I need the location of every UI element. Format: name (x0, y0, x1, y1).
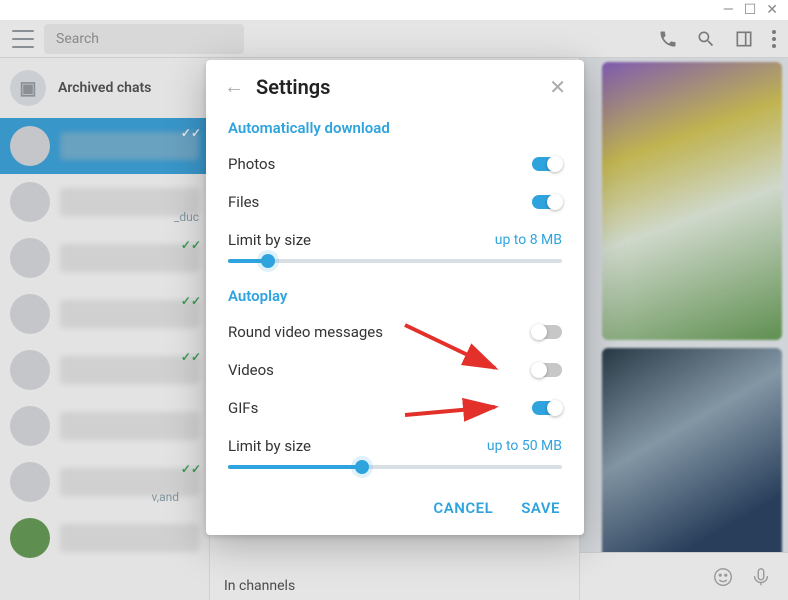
save-button[interactable]: SAVE (521, 499, 560, 517)
toggle-round-video[interactable] (532, 325, 562, 339)
row-gifs: GIFs (206, 389, 584, 427)
row-label: Limit by size (228, 231, 495, 249)
row-files: Files (206, 183, 584, 221)
minimize-button[interactable]: — (723, 2, 734, 18)
row-label: Files (228, 193, 532, 211)
back-icon[interactable]: ← (224, 74, 244, 99)
cancel-button[interactable]: CANCEL (433, 499, 493, 517)
app-frame: Search ▣ Archived chats ✓✓ _duc (0, 20, 788, 600)
row-limit-autoplay: Limit by size up to 50 MB (206, 427, 584, 465)
modal-title: Settings (256, 75, 537, 99)
maximize-button[interactable]: ☐ (744, 2, 757, 18)
toggle-files[interactable] (532, 195, 562, 209)
row-label: Photos (228, 155, 532, 173)
row-round-video: Round video messages (206, 313, 584, 351)
limit-value: up to 50 MB (487, 438, 562, 454)
close-window-button[interactable]: ✕ (766, 2, 778, 18)
modal-actions: CANCEL SAVE (206, 485, 584, 535)
settings-modal: ← Settings ✕ Automatically download Phot… (206, 60, 584, 535)
limit-value: up to 8 MB (495, 232, 562, 248)
section-autoplay: Autoplay (206, 279, 584, 313)
toggle-gifs[interactable] (532, 401, 562, 415)
row-videos: Videos (206, 351, 584, 389)
close-icon[interactable]: ✕ (549, 75, 566, 99)
toggle-photos[interactable] (532, 157, 562, 171)
row-limit-download: Limit by size up to 8 MB (206, 221, 584, 259)
section-auto-download: Automatically download (206, 111, 584, 145)
row-label: Round video messages (228, 323, 532, 341)
slider-download-limit[interactable] (228, 259, 562, 263)
row-label: GIFs (228, 399, 532, 417)
window-controls: — ☐ ✕ (0, 0, 788, 20)
row-label: Videos (228, 361, 532, 379)
row-photos: Photos (206, 145, 584, 183)
slider-autoplay-limit[interactable] (228, 465, 562, 469)
row-label: Limit by size (228, 437, 487, 455)
toggle-videos[interactable] (532, 363, 562, 377)
